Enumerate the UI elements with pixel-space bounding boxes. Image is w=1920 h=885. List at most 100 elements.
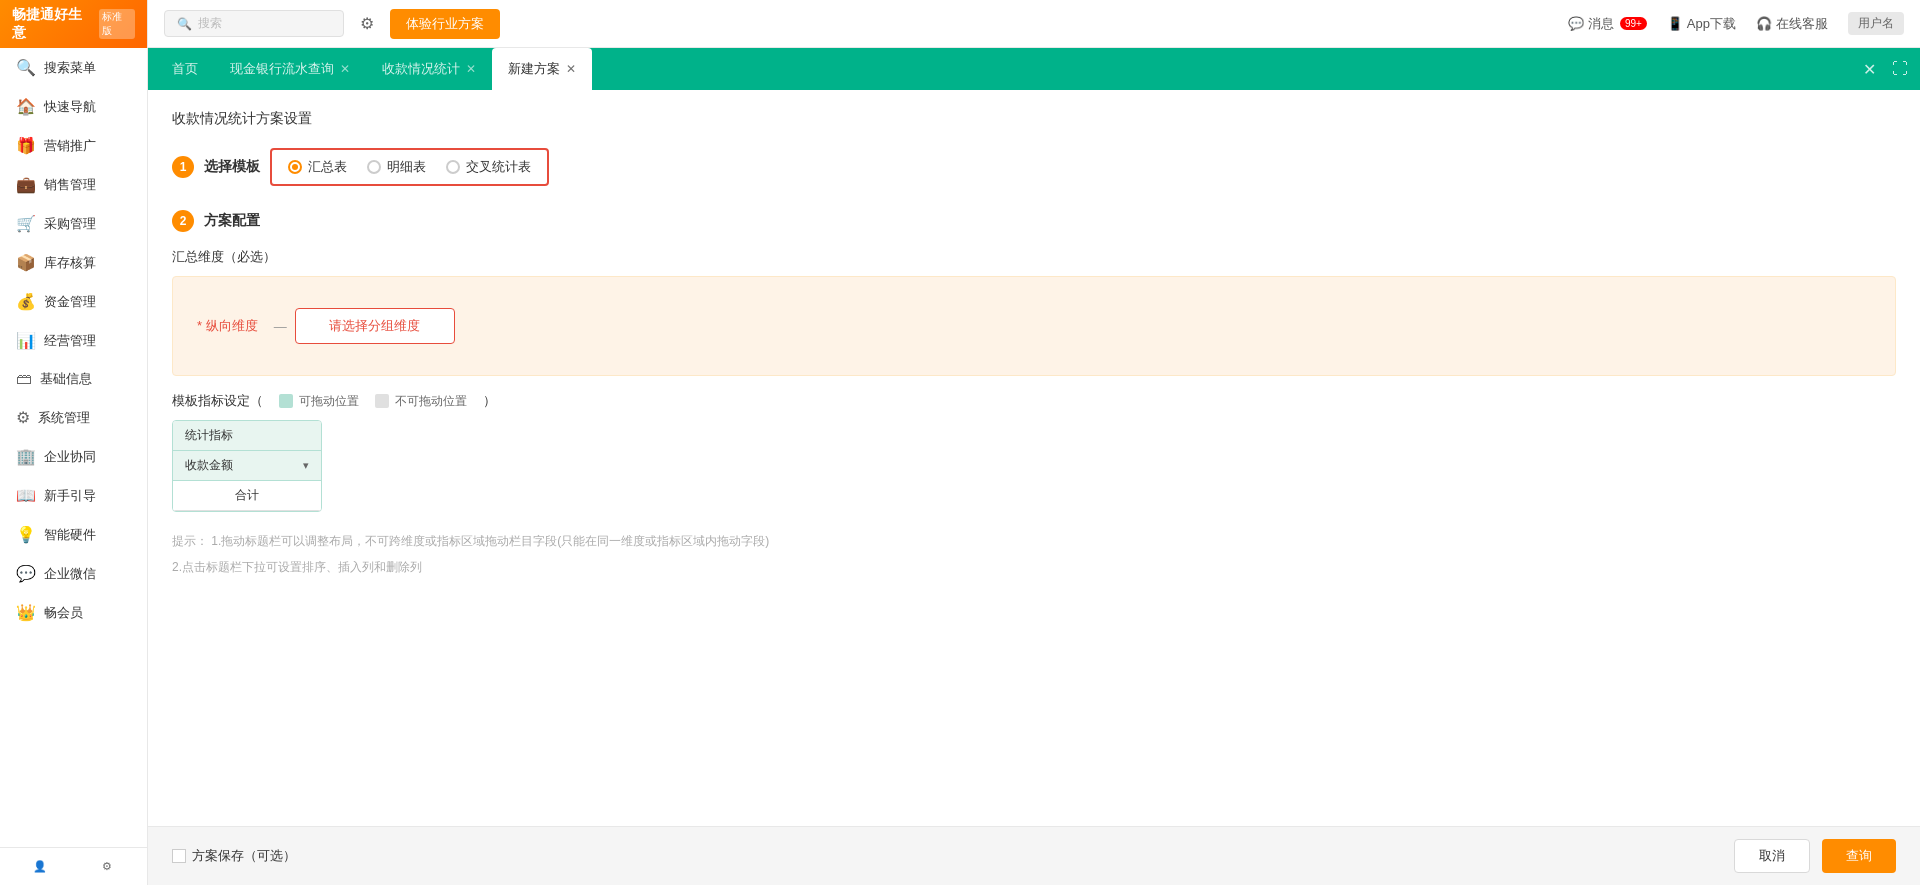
tab-stats-close[interactable]: ✕: [466, 62, 476, 76]
logo-title: 畅捷通好生意: [12, 6, 95, 42]
search-bar[interactable]: 🔍 搜索: [164, 10, 344, 37]
operations-icon: 📊: [16, 331, 36, 350]
member-icon: 👑: [16, 603, 36, 622]
sidebar-item-basic[interactable]: 🗃 基础信息: [0, 360, 147, 398]
inventory-icon: 📦: [16, 253, 36, 272]
sidebar-item-purchase[interactable]: 🛒 采购管理: [0, 204, 147, 243]
service-item[interactable]: 🎧 在线客服: [1756, 15, 1828, 33]
sidebar-item-label: 企业协同: [44, 448, 96, 466]
tabbar-controls: ✕ ⛶: [1859, 56, 1912, 83]
message-icon: 💬: [1568, 16, 1584, 31]
tab-home[interactable]: 首页: [156, 48, 214, 90]
wechat-icon: 💬: [16, 564, 36, 583]
sidebar-item-inventory[interactable]: 📦 库存核算: [0, 243, 147, 282]
sidebar-item-operations[interactable]: 📊 经营管理: [0, 321, 147, 360]
tab-bank[interactable]: 现金银行流水查询 ✕: [214, 48, 366, 90]
download-item[interactable]: 📱 App下载: [1667, 15, 1736, 33]
sidebar-item-quick-nav[interactable]: 🏠 快速导航: [0, 87, 147, 126]
sidebar-item-label: 营销推广: [44, 137, 96, 155]
save-option-label[interactable]: 方案保存（可选）: [172, 847, 296, 865]
non-draggable-box: [375, 394, 389, 408]
download-icon: 📱: [1667, 16, 1683, 31]
metrics-legend: 模板指标设定（ 可拖动位置 不可拖动位置 ）: [172, 392, 1896, 410]
section1-header: 1 选择模板 汇总表 明细表: [172, 148, 1896, 186]
sales-icon: 💼: [16, 175, 36, 194]
tab-bank-close[interactable]: ✕: [340, 62, 350, 76]
section2-number: 2: [172, 210, 194, 232]
metrics-table: 统计指标 收款金额 ▾ 合计: [172, 420, 322, 512]
sidebar-item-system[interactable]: ⚙ 系统管理: [0, 398, 147, 437]
vertical-dim-row: * 纵向维度 — 请选择分组维度: [197, 308, 455, 344]
sidebar-settings-icon[interactable]: ⚙: [76, 856, 140, 877]
search-icon: 🔍: [177, 17, 192, 31]
radio-summary-circle: [288, 160, 302, 174]
radio-summary-label: 汇总表: [308, 158, 347, 176]
message-label: 消息: [1588, 15, 1614, 33]
message-item[interactable]: 💬 消息 99+: [1568, 15, 1647, 33]
expand-icon[interactable]: ⛶: [1888, 56, 1912, 82]
radio-detail[interactable]: 明细表: [367, 158, 426, 176]
metrics-label: 模板指标设定（: [172, 392, 263, 410]
finance-icon: 💰: [16, 292, 36, 311]
footer: 方案保存（可选） 取消 查询: [148, 826, 1920, 885]
sidebar-user-icon[interactable]: 👤: [8, 856, 72, 877]
sidebar-bottom: 👤 ⚙: [0, 847, 147, 885]
sidebar-item-label: 资金管理: [44, 293, 96, 311]
save-checkbox[interactable]: [172, 849, 186, 863]
close-window-icon[interactable]: ✕: [1859, 56, 1880, 83]
sidebar-item-search-menu[interactable]: 🔍 搜索菜单: [0, 48, 147, 87]
user-name: 用户名: [1858, 16, 1894, 30]
sidebar-item-enterprise[interactable]: 🏢 企业协同: [0, 437, 147, 476]
section-config: 2 方案配置 汇总维度（必选） * 纵向维度 — 请选择分组维度: [172, 210, 1896, 578]
dim-arrow: —: [274, 319, 287, 334]
dim-select-button[interactable]: 请选择分组维度: [295, 308, 455, 344]
radio-detail-circle: [367, 160, 381, 174]
page-title: 收款情况统计方案设置: [172, 110, 1896, 128]
radio-summary[interactable]: 汇总表: [288, 158, 347, 176]
service-icon: 🎧: [1756, 16, 1772, 31]
main-area: 🔍 搜索 ⚙ 体验行业方案 💬 消息 99+ 📱 App下载 🎧 在线客服 用户…: [148, 0, 1920, 885]
settings-icon[interactable]: ⚙: [360, 14, 374, 33]
user-info[interactable]: 用户名: [1848, 12, 1904, 35]
sidebar-item-label: 库存核算: [44, 254, 96, 272]
quick-nav-icon: 🏠: [16, 97, 36, 116]
search-placeholder: 搜索: [198, 15, 222, 32]
sidebar-item-hardware[interactable]: 💡 智能硬件: [0, 515, 147, 554]
income-dropdown-icon: ▾: [303, 459, 309, 472]
vertical-dim-label: * 纵向维度: [197, 317, 258, 335]
dimension-area: * 纵向维度 — 请选择分组维度: [172, 276, 1896, 376]
query-button[interactable]: 查询: [1822, 839, 1896, 873]
draggable-legend: 可拖动位置: [279, 393, 359, 410]
section2-header: 2 方案配置: [172, 210, 1896, 232]
tab-stats-label: 收款情况统计: [382, 60, 460, 78]
save-label-text: 方案保存（可选）: [192, 847, 296, 865]
stats-header-label: 统计指标: [185, 427, 233, 444]
tab-new-plan-close[interactable]: ✕: [566, 62, 576, 76]
sidebar-item-guide[interactable]: 📖 新手引导: [0, 476, 147, 515]
tab-bank-label: 现金银行流水查询: [230, 60, 334, 78]
sidebar-item-label: 畅会员: [44, 604, 83, 622]
sidebar-item-label: 快速导航: [44, 98, 96, 116]
tab-stats[interactable]: 收款情况统计 ✕: [366, 48, 492, 90]
income-row[interactable]: 收款金额 ▾: [173, 451, 321, 481]
sidebar-item-sales[interactable]: 💼 销售管理: [0, 165, 147, 204]
topbar-right: 💬 消息 99+ 📱 App下载 🎧 在线客服 用户名: [1568, 12, 1904, 35]
sidebar-item-label: 经营管理: [44, 332, 96, 350]
draggable-label: 可拖动位置: [299, 393, 359, 410]
section2-title: 方案配置: [204, 212, 260, 230]
sidebar-item-marketing[interactable]: 🎁 营销推广: [0, 126, 147, 165]
sidebar-item-member[interactable]: 👑 畅会员: [0, 593, 147, 632]
sidebar-item-label: 采购管理: [44, 215, 96, 233]
hardware-icon: 💡: [16, 525, 36, 544]
radio-cross-label: 交叉统计表: [466, 158, 531, 176]
sidebar-item-wechat[interactable]: 💬 企业微信: [0, 554, 147, 593]
content-area: 收款情况统计方案设置 1 选择模板 汇总表 明细表: [148, 90, 1920, 885]
cancel-button[interactable]: 取消: [1734, 839, 1810, 873]
metrics-stats-header: 统计指标: [173, 421, 321, 451]
sidebar-item-finance[interactable]: 💰 资金管理: [0, 282, 147, 321]
message-badge: 99+: [1620, 17, 1647, 30]
tab-new-plan[interactable]: 新建方案 ✕: [492, 48, 592, 90]
sidebar-item-label: 搜索菜单: [44, 59, 96, 77]
trial-button[interactable]: 体验行业方案: [390, 9, 500, 39]
radio-cross[interactable]: 交叉统计表: [446, 158, 531, 176]
